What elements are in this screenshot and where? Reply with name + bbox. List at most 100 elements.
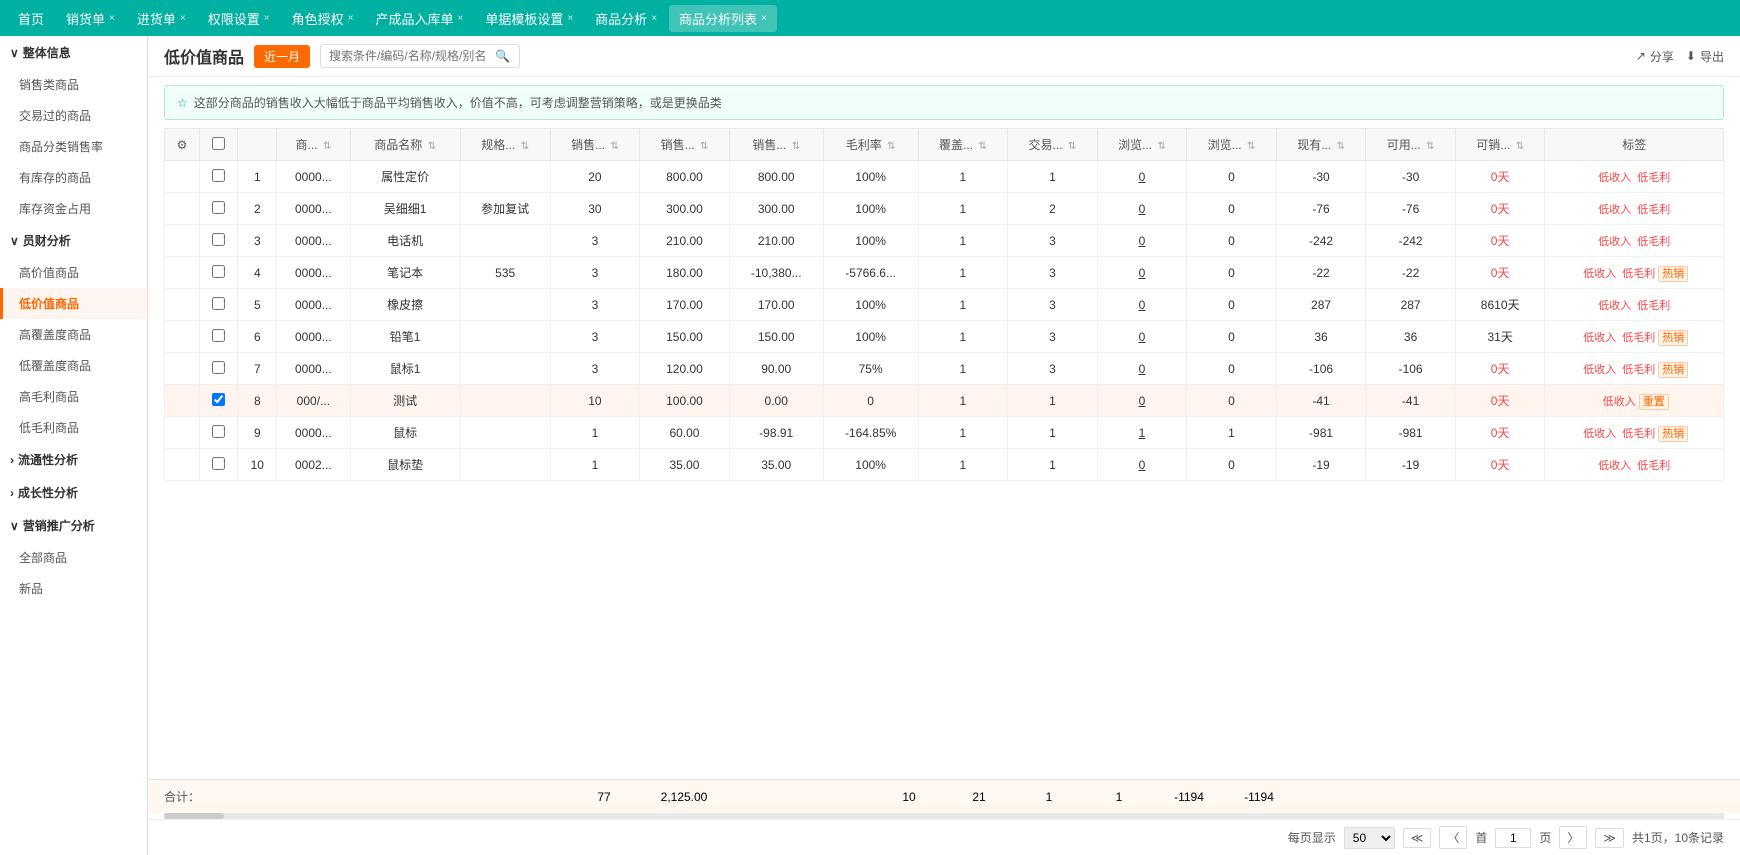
col-browse1[interactable]: 浏览... ⇅ bbox=[1097, 129, 1187, 161]
sidebar-item-low-value[interactable]: 低价值商品 bbox=[0, 288, 147, 319]
cell-checkbox[interactable] bbox=[200, 353, 238, 385]
cell-checkbox[interactable] bbox=[200, 193, 238, 225]
cell-checkbox[interactable] bbox=[200, 449, 238, 481]
cell-browse1[interactable]: 0 bbox=[1097, 353, 1187, 385]
close-icon[interactable]: × bbox=[761, 13, 767, 24]
sidebar-group-flow[interactable]: › 流通性分析 bbox=[0, 443, 147, 476]
per-page-select[interactable]: 50 100 200 bbox=[1344, 827, 1395, 849]
sidebar-item-new-goods[interactable]: 新品 bbox=[0, 573, 147, 604]
cell-sale-price: 100.00 bbox=[640, 385, 730, 417]
close-icon[interactable]: × bbox=[180, 13, 186, 24]
col-saleable[interactable]: 可销... ⇅ bbox=[1455, 129, 1545, 161]
col-sale-amount[interactable]: 销售... ⇅ bbox=[729, 129, 823, 161]
col-browse2[interactable]: 浏览... ⇅ bbox=[1187, 129, 1277, 161]
sidebar-group-finance[interactable]: ∨ 员财分析 bbox=[0, 224, 147, 257]
row-checkbox[interactable] bbox=[212, 393, 225, 406]
cell-available: 287 bbox=[1366, 289, 1456, 321]
close-icon[interactable]: × bbox=[109, 13, 115, 24]
close-icon[interactable]: × bbox=[457, 13, 463, 24]
col-settings[interactable]: ⚙ bbox=[165, 129, 200, 161]
nav-product-in[interactable]: 产成品入库单 × bbox=[365, 5, 473, 32]
row-checkbox[interactable] bbox=[212, 233, 225, 246]
cell-browse1[interactable]: 0 bbox=[1097, 385, 1187, 417]
share-button[interactable]: ↗ 分享 bbox=[1636, 48, 1674, 65]
cell-browse1[interactable]: 0 bbox=[1097, 449, 1187, 481]
prev-page-button[interactable]: 〈 bbox=[1439, 826, 1467, 849]
nav-role-auth[interactable]: 角色授权 × bbox=[282, 5, 364, 32]
cell-tags: 低收入低毛利 bbox=[1545, 449, 1724, 481]
nav-sales-order[interactable]: 销货单 × bbox=[56, 5, 125, 32]
search-input[interactable] bbox=[329, 49, 489, 63]
cell-name: 吴细细1 bbox=[350, 193, 460, 225]
cell-checkbox[interactable] bbox=[200, 385, 238, 417]
sidebar-item-traded-goods[interactable]: 交易过的商品 bbox=[0, 100, 147, 131]
cell-browse1[interactable]: 0 bbox=[1097, 161, 1187, 193]
cell-browse1[interactable]: 0 bbox=[1097, 289, 1187, 321]
sidebar-item-inventory-goods[interactable]: 有库存的商品 bbox=[0, 162, 147, 193]
row-checkbox[interactable] bbox=[212, 297, 225, 310]
cell-checkbox[interactable] bbox=[200, 161, 238, 193]
sidebar-item-capital[interactable]: 库存资金占用 bbox=[0, 193, 147, 224]
first-page-button[interactable]: ≪ bbox=[1403, 828, 1432, 848]
sidebar-group-marketing[interactable]: ∨ 营销推广分析 bbox=[0, 509, 147, 542]
cell-checkbox[interactable] bbox=[200, 257, 238, 289]
close-icon[interactable]: × bbox=[567, 13, 573, 24]
cell-checkbox[interactable] bbox=[200, 225, 238, 257]
row-checkbox[interactable] bbox=[212, 201, 225, 214]
nav-home[interactable]: 首页 bbox=[8, 5, 54, 32]
page-label-end: 页 bbox=[1539, 829, 1551, 846]
col-current-stock[interactable]: 现有... ⇅ bbox=[1276, 129, 1366, 161]
sidebar-item-low-margin[interactable]: 低毛利商品 bbox=[0, 412, 147, 443]
col-available[interactable]: 可用... ⇅ bbox=[1366, 129, 1456, 161]
last-page-button[interactable]: ≫ bbox=[1595, 828, 1624, 848]
sidebar-item-all-goods[interactable]: 全部商品 bbox=[0, 542, 147, 573]
search-icon[interactable]: 🔍 bbox=[495, 49, 510, 63]
row-checkbox[interactable] bbox=[212, 169, 225, 182]
sidebar-group-overall[interactable]: ∨ 整体信息 bbox=[0, 36, 147, 69]
row-checkbox[interactable] bbox=[212, 457, 225, 470]
col-coverage[interactable]: 覆盖... ⇅ bbox=[918, 129, 1008, 161]
col-margin[interactable]: 毛利率 ⇅ bbox=[823, 129, 918, 161]
col-spec[interactable]: 规格... ⇅ bbox=[460, 129, 550, 161]
col-sale-price[interactable]: 销售... ⇅ bbox=[640, 129, 730, 161]
sidebar-item-sales-goods[interactable]: 销售类商品 bbox=[0, 69, 147, 100]
close-icon[interactable]: × bbox=[264, 13, 270, 24]
nav-goods-analysis[interactable]: 商品分析 × bbox=[585, 5, 667, 32]
cell-browse1[interactable]: 0 bbox=[1097, 257, 1187, 289]
cell-checkbox[interactable] bbox=[200, 321, 238, 353]
sidebar-item-high-value[interactable]: 高价值商品 bbox=[0, 257, 147, 288]
nav-goods-analysis-list[interactable]: 商品分析列表 × bbox=[669, 5, 777, 32]
row-checkbox[interactable] bbox=[212, 361, 225, 374]
nav-purchase-order[interactable]: 进货单 × bbox=[127, 5, 196, 32]
cell-spec bbox=[460, 417, 550, 449]
cell-code: 0000... bbox=[277, 321, 350, 353]
next-page-button[interactable]: 〉 bbox=[1559, 826, 1587, 849]
cell-checkbox[interactable] bbox=[200, 417, 238, 449]
nav-template[interactable]: 单据模板设置 × bbox=[475, 5, 583, 32]
sidebar-item-high-coverage[interactable]: 高覆盖度商品 bbox=[0, 319, 147, 350]
cell-browse1[interactable]: 0 bbox=[1097, 321, 1187, 353]
sidebar-item-high-margin[interactable]: 高毛利商品 bbox=[0, 381, 147, 412]
sidebar-item-category-rate[interactable]: 商品分类销售率 bbox=[0, 131, 147, 162]
cell-checkbox[interactable] bbox=[200, 289, 238, 321]
nav-permission[interactable]: 权限设置 × bbox=[198, 5, 280, 32]
col-code[interactable]: 商... ⇅ bbox=[277, 129, 350, 161]
select-all-checkbox[interactable] bbox=[212, 137, 225, 150]
close-icon[interactable]: × bbox=[651, 13, 657, 24]
col-checkbox[interactable] bbox=[200, 129, 238, 161]
row-checkbox[interactable] bbox=[212, 265, 225, 278]
col-transaction[interactable]: 交易... ⇅ bbox=[1008, 129, 1098, 161]
filter-recent-month-button[interactable]: 近一月 bbox=[254, 45, 310, 68]
sidebar-group-growth[interactable]: › 成长性分析 bbox=[0, 476, 147, 509]
close-icon[interactable]: × bbox=[348, 13, 354, 24]
row-checkbox[interactable] bbox=[212, 425, 225, 438]
col-name[interactable]: 商品名称 ⇅ bbox=[350, 129, 460, 161]
cell-browse1[interactable]: 0 bbox=[1097, 225, 1187, 257]
row-checkbox[interactable] bbox=[212, 329, 225, 342]
cell-browse1[interactable]: 1 bbox=[1097, 417, 1187, 449]
page-number-input[interactable] bbox=[1495, 828, 1531, 848]
col-sale-qty[interactable]: 销售... ⇅ bbox=[550, 129, 640, 161]
sidebar-item-low-coverage[interactable]: 低覆盖度商品 bbox=[0, 350, 147, 381]
export-button[interactable]: ⬇ 导出 bbox=[1686, 48, 1724, 65]
cell-browse1[interactable]: 0 bbox=[1097, 193, 1187, 225]
